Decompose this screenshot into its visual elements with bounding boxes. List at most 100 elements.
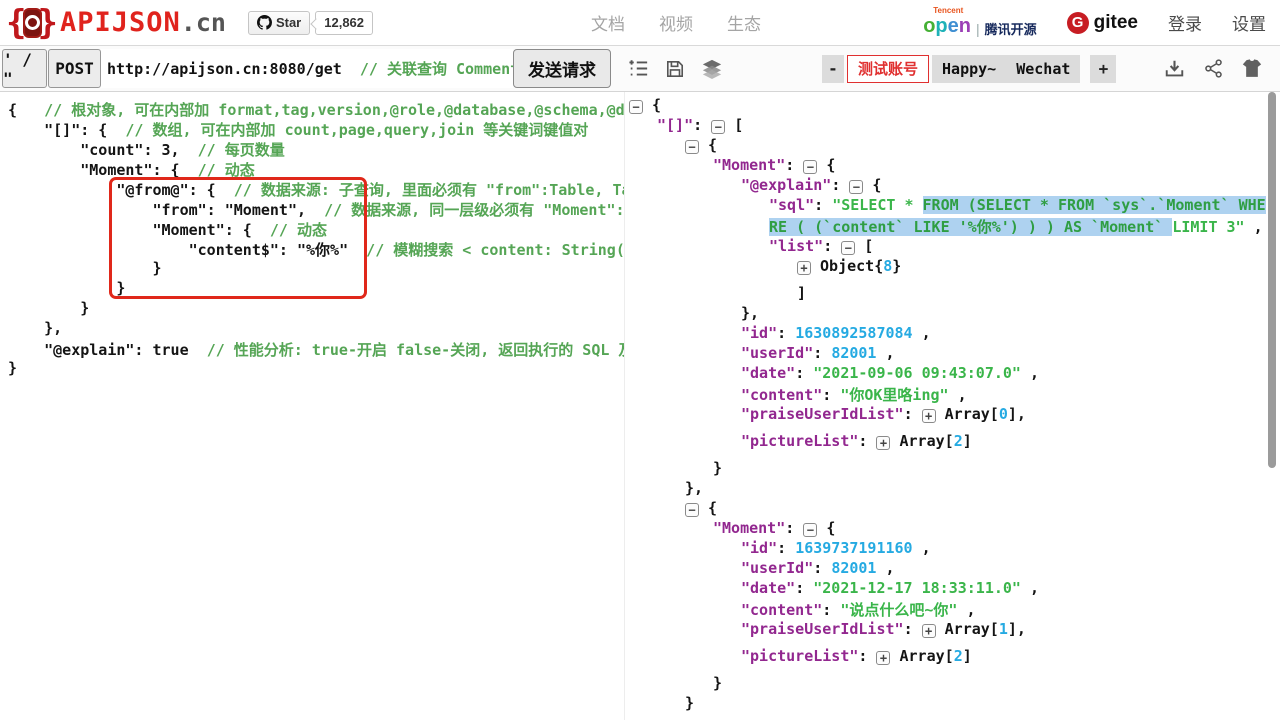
download-icon[interactable] [1164, 59, 1184, 79]
collapse-toggle-icon[interactable]: − [685, 140, 699, 154]
vertical-scrollbar[interactable] [1268, 92, 1276, 468]
theme-shirt-icon[interactable] [1242, 59, 1262, 79]
format-icon[interactable] [628, 59, 648, 79]
json-number: 2 [954, 647, 963, 665]
share-icon[interactable] [1203, 59, 1223, 79]
json-punctuation: }, [685, 479, 703, 497]
json-punctuation: , [913, 539, 931, 557]
editor-line[interactable]: "Moment": { // 动态 [8, 159, 624, 179]
json-punctuation: : [777, 539, 795, 557]
editor-line[interactable]: "@from@": { // 数据来源: 子查询, 里面必须有 "from":T… [8, 179, 624, 199]
json-string: "SELECT * [832, 196, 922, 214]
code-text: "@from@": { [8, 181, 234, 199]
json-key: "praiseUserIdList" [741, 405, 904, 423]
collapse-toggle-icon[interactable]: − [803, 523, 817, 537]
add-tab-button[interactable]: + [1090, 55, 1116, 83]
editor-line[interactable]: }, [8, 319, 624, 339]
editor-line[interactable]: "from": "Moment", // 数据来源, 同一层级必须有 "Mome… [8, 199, 624, 219]
json-line: } [629, 694, 1266, 714]
json-line: − { [629, 136, 1266, 156]
quote-toggle-button[interactable]: ' / " [2, 49, 47, 88]
json-string: "2021-12-17 18:33:11.0" [813, 579, 1021, 597]
json-line: "praiseUserIdList": + Array[1], [629, 620, 1266, 640]
expand-toggle-icon[interactable]: + [922, 409, 936, 423]
collapse-toggle-icon[interactable]: − [841, 241, 855, 255]
toolbar-right-icons [1164, 59, 1262, 79]
expand-toggle-icon[interactable]: + [876, 651, 890, 665]
remove-tab-button[interactable]: - [822, 55, 844, 83]
editor-line[interactable]: } [8, 279, 624, 299]
json-line: "sql": "SELECT * FROM (SELECT * FROM `sy… [629, 196, 1266, 216]
editor-line[interactable]: } [8, 299, 624, 319]
url-input[interactable]: http://apijson.cn:8080/get // 关联查询 Comme… [101, 49, 513, 88]
request-json-editor[interactable]: { // 根对象, 可在内部加 format,tag,version,@role… [0, 92, 625, 720]
expand-toggle-icon[interactable]: + [876, 436, 890, 450]
editor-line[interactable]: "@explain": true // 性能分析: true-开启 false-… [8, 339, 624, 359]
gitee-logo[interactable]: G gitee [1067, 12, 1138, 34]
json-line: } [629, 459, 1266, 479]
code-text: } [8, 299, 89, 317]
editor-line[interactable]: { // 根对象, 可在内部加 format,tag,version,@role… [8, 99, 624, 119]
json-key: "pictureList" [741, 647, 858, 665]
json-punctuation: [ [725, 116, 743, 134]
gitee-label: gitee [1094, 12, 1138, 34]
editor-line[interactable]: "content$": "%你%" // 模糊搜索 < content: Str… [8, 239, 624, 259]
star-count[interactable]: 12,862 [315, 11, 373, 35]
tab-wechat[interactable]: Wechat [1006, 55, 1080, 83]
editor-line[interactable]: "[]": { // 数组, 可在内部加 count,page,query,jo… [8, 119, 624, 139]
json-line: "@explain": − { [629, 176, 1266, 196]
login-link[interactable]: 登录 [1168, 10, 1202, 35]
json-key: "sql" [769, 196, 814, 214]
json-punctuation: : [795, 364, 813, 382]
tab-test-account[interactable]: 测试账号 [847, 55, 929, 83]
json-punctuation: , [876, 344, 894, 362]
header: { } APIJSON .cn Star 12,862 文档 视频 生态 Ten… [0, 0, 1280, 46]
nav-videos[interactable]: 视频 [659, 10, 693, 35]
apijson-logo[interactable]: { } APIJSON .cn [8, 4, 226, 41]
json-key: "id" [741, 324, 777, 342]
expand-toggle-icon[interactable]: + [922, 624, 936, 638]
json-punctuation: } [892, 257, 901, 275]
collapse-toggle-icon[interactable]: − [685, 503, 699, 517]
json-string: "你OK里咯ing" [840, 386, 948, 404]
json-line: "date": "2021-09-06 09:43:07.0" , [629, 364, 1266, 384]
expand-toggle-icon[interactable]: + [797, 261, 811, 275]
tab-happy[interactable]: Happy~ [932, 55, 1006, 83]
comment-text: // 根对象, 可在内部加 format,tag,version,@role,@… [44, 101, 624, 119]
layers-icon[interactable] [702, 59, 722, 79]
json-line: RE ( (`content` LIKE '%你%') ) ) AS `Mome… [629, 216, 1266, 237]
code-text: "[]": { [8, 121, 125, 139]
brand-tld: .cn [181, 8, 226, 37]
json-punctuation: : [813, 559, 831, 577]
editor-line[interactable]: "Moment": { // 动态 [8, 219, 624, 239]
json-punctuation: : [904, 620, 922, 638]
json-punctuation: : [858, 647, 876, 665]
json-punctuation: : [858, 432, 876, 450]
json-line: ] [629, 284, 1266, 304]
json-punctuation: } [713, 674, 722, 692]
json-punctuation: ] [963, 647, 972, 665]
github-star-badge[interactable]: Star 12,862 [248, 11, 373, 35]
send-request-button[interactable]: 发送请求 [513, 49, 611, 88]
json-punctuation: : [795, 579, 813, 597]
nav-docs[interactable]: 文档 [591, 10, 625, 35]
collapse-toggle-icon[interactable]: − [849, 180, 863, 194]
http-method-button[interactable]: POST [48, 49, 101, 88]
response-json-viewer[interactable]: − {"[]": − [− {"Moment": − {"@explain": … [625, 92, 1280, 720]
editor-line[interactable]: "count": 3, // 每页数量 [8, 139, 624, 159]
collapse-toggle-icon[interactable]: − [629, 100, 643, 114]
json-line: "pictureList": + Array[2] [629, 647, 1266, 667]
header-right: Tencent open | 腾讯开源 G gitee 登录 设置 [923, 7, 1266, 38]
save-icon[interactable] [665, 59, 685, 79]
tencent-open-logo[interactable]: Tencent open | 腾讯开源 [923, 7, 1036, 38]
editor-line[interactable]: } [8, 259, 624, 279]
collapse-toggle-icon[interactable]: − [711, 120, 725, 134]
json-key: "content" [741, 386, 822, 404]
collapse-toggle-icon[interactable]: − [803, 160, 817, 174]
settings-link[interactable]: 设置 [1232, 10, 1266, 35]
code-text: } [8, 279, 125, 297]
json-punctuation: Array[ [890, 647, 953, 665]
nav-ecosystem[interactable]: 生态 [727, 10, 761, 35]
editor-line[interactable]: } [8, 359, 624, 379]
json-number: 1630892587084 [795, 324, 912, 342]
